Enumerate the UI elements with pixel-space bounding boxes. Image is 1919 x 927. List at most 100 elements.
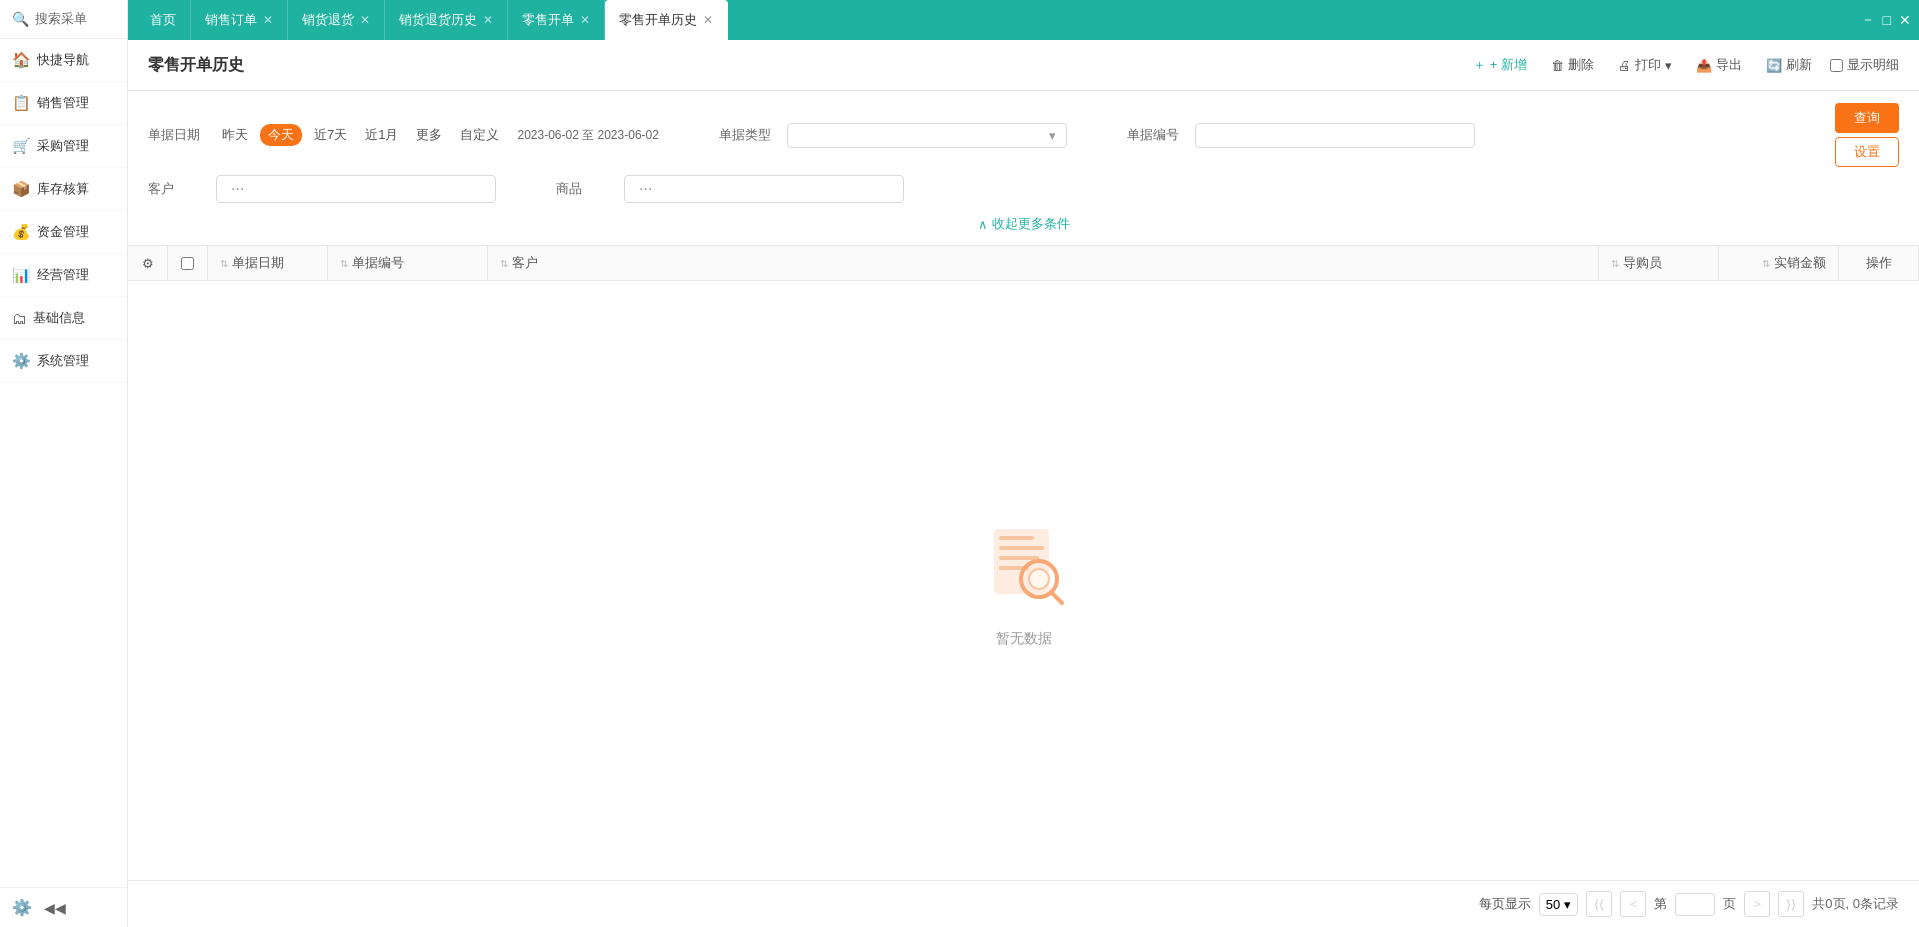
delete-icon: 🗑 (1551, 58, 1564, 73)
display-detail-checkbox[interactable]: 显示明细 (1830, 56, 1899, 74)
collapse-label: 收起更多条件 (992, 215, 1070, 233)
tab-sales-order-close[interactable]: ✕ (263, 13, 273, 27)
total-info: 共0页, 0条记录 (1812, 895, 1899, 913)
svg-point-6 (1029, 569, 1049, 589)
th-amount: ⇅ 实销金额 (1719, 246, 1839, 280)
sidebar-item-operations[interactable]: 📊 经营管理 (0, 254, 127, 297)
svg-rect-2 (999, 546, 1044, 550)
sidebar-item-finance[interactable]: 💰 资金管理 (0, 211, 127, 254)
settings-button[interactable]: 设置 (1835, 137, 1899, 167)
tab-retail-history-close[interactable]: ✕ (703, 13, 713, 27)
sort-icon-num: ⇅ (340, 258, 348, 269)
bill-number-input[interactable] (1195, 123, 1475, 148)
operations-icon: 📊 (12, 266, 31, 284)
per-page-select[interactable]: 50 ▾ (1539, 893, 1578, 916)
customer-filter-group: 客户 ··· (148, 175, 496, 203)
last-page-button[interactable]: ⟩⟩ (1778, 891, 1804, 917)
th-settings[interactable]: ⚙ (128, 246, 168, 280)
th-customer: ⇅ 客户 (488, 246, 1599, 280)
filter-area: 单据日期 昨天 今天 近7天 近1月 更多 自定义 2023-06-02 至 2… (128, 91, 1919, 246)
display-detail-input[interactable] (1830, 59, 1843, 72)
collapse-sidebar-icon[interactable]: ◀◀ (44, 900, 66, 916)
page-label: 页 (1723, 895, 1736, 913)
export-label: 导出 (1716, 56, 1742, 74)
date-opt-custom[interactable]: 自定义 (454, 124, 505, 146)
main-area: 首页 销售订单 ✕ 销货退货 ✕ 销货退货历史 ✕ 零售开单 ✕ 零售开单历史 … (128, 0, 1919, 927)
sidebar-item-label: 经营管理 (37, 266, 89, 284)
bill-number-label: 单据编号 (1127, 126, 1187, 144)
date-opt-more[interactable]: 更多 (410, 124, 448, 146)
tab-sales-return[interactable]: 销货退货 ✕ (288, 0, 385, 40)
goods-label: 商品 (556, 180, 616, 198)
th-guide-label: 导购员 (1623, 254, 1662, 272)
sidebar-item-quick-nav[interactable]: 🏠 快捷导航 (0, 39, 127, 82)
refresh-label: 刷新 (1786, 56, 1812, 74)
table-body: 暂无数据 (128, 281, 1919, 880)
tab-retail-open-label: 零售开单 (522, 11, 574, 29)
date-opt-today[interactable]: 今天 (260, 124, 302, 146)
goods-dots-icon[interactable]: ··· (639, 180, 652, 198)
tab-sales-return-history-close[interactable]: ✕ (483, 13, 493, 27)
tab-sales-order-label: 销售订单 (205, 11, 257, 29)
tab-sales-return-close[interactable]: ✕ (360, 13, 370, 27)
bill-type-label: 单据类型 (719, 126, 779, 144)
pagination: 每页显示 50 ▾ ⟨⟨ ＜ 第 1 页 ＞ ⟩⟩ 共0页, 0条记录 (128, 880, 1919, 927)
tab-home-label: 首页 (150, 11, 176, 29)
date-opt-last30[interactable]: 近1月 (359, 124, 404, 146)
print-button[interactable]: 🖨 打印 ▾ (1612, 52, 1678, 78)
sidebar-item-sales-mgmt[interactable]: 📋 销售管理 (0, 82, 127, 125)
sidebar-item-basic-info[interactable]: 🗂 基础信息 (0, 297, 127, 340)
delete-button[interactable]: 🗑 删除 (1545, 52, 1600, 78)
first-page-button[interactable]: ⟨⟨ (1586, 891, 1612, 917)
search-icon: 🔍 (12, 11, 29, 27)
settings-icon[interactable]: ⚙️ (12, 898, 32, 917)
tab-sales-order[interactable]: 销售订单 ✕ (191, 0, 288, 40)
customer-select[interactable]: ··· (216, 175, 496, 203)
date-filter-group: 单据日期 昨天 今天 近7天 近1月 更多 自定义 2023-06-02 至 2… (148, 124, 659, 146)
tab-retail-open-close[interactable]: ✕ (580, 13, 590, 27)
next-page-button[interactable]: ＞ (1744, 891, 1770, 917)
refresh-button[interactable]: 🔄 刷新 (1760, 52, 1818, 78)
tab-sales-return-history[interactable]: 销货退货历史 ✕ (385, 0, 508, 40)
window-minimize-icon[interactable]: － (1861, 11, 1875, 29)
window-close-icon[interactable]: ✕ (1899, 12, 1911, 28)
sidebar-search-label: 搜索采单 (35, 10, 87, 28)
empty-state: 暂无数据 (974, 514, 1074, 648)
refresh-icon: 🔄 (1766, 58, 1782, 73)
finance-icon: 💰 (12, 223, 31, 241)
query-button[interactable]: 查询 (1835, 103, 1899, 133)
add-button[interactable]: ＋ + 新增 (1467, 52, 1533, 78)
filter-row-2: 客户 ··· 商品 ··· (148, 175, 1899, 203)
date-filter-label: 单据日期 (148, 126, 208, 144)
goods-select[interactable]: ··· (624, 175, 904, 203)
per-page-value: 50 (1546, 897, 1560, 912)
prev-page-button[interactable]: ＜ (1620, 891, 1646, 917)
per-page-dropdown-icon: ▾ (1564, 897, 1571, 912)
date-opt-last7[interactable]: 近7天 (308, 124, 353, 146)
tab-home[interactable]: 首页 (136, 0, 191, 40)
sidebar-item-system-mgmt[interactable]: ⚙️ 系统管理 (0, 340, 127, 383)
sales-icon: 📋 (12, 94, 31, 112)
system-icon: ⚙️ (12, 352, 31, 370)
bill-type-select[interactable]: ▾ (787, 123, 1067, 148)
select-all-checkbox[interactable] (181, 257, 194, 270)
sidebar-item-label: 资金管理 (37, 223, 89, 241)
per-page-label: 每页显示 (1479, 895, 1531, 913)
th-op-label: 操作 (1866, 254, 1892, 272)
sidebar-item-inventory[interactable]: 📦 库存核算 (0, 168, 127, 211)
th-date-label: 单据日期 (232, 254, 284, 272)
sidebar-item-purchase-mgmt[interactable]: 🛒 采购管理 (0, 125, 127, 168)
tab-retail-history[interactable]: 零售开单历史 ✕ (605, 0, 728, 40)
collapse-conditions[interactable]: ∧ 收起更多条件 (148, 211, 1899, 237)
date-opt-yesterday[interactable]: 昨天 (216, 124, 254, 146)
th-checkbox[interactable] (168, 246, 208, 280)
th-amount-label: 实销金额 (1774, 254, 1826, 272)
tab-retail-open[interactable]: 零售开单 ✕ (508, 0, 605, 40)
date-range-display: 2023-06-02 至 2023-06-02 (517, 127, 658, 144)
window-maximize-icon[interactable]: □ (1883, 12, 1891, 28)
export-button[interactable]: 📤 导出 (1690, 52, 1748, 78)
page-number-input[interactable]: 1 (1675, 893, 1715, 916)
inventory-icon: 📦 (12, 180, 31, 198)
customer-dots-icon[interactable]: ··· (231, 180, 244, 198)
sidebar-search[interactable]: 🔍 搜索采单 (0, 0, 127, 39)
